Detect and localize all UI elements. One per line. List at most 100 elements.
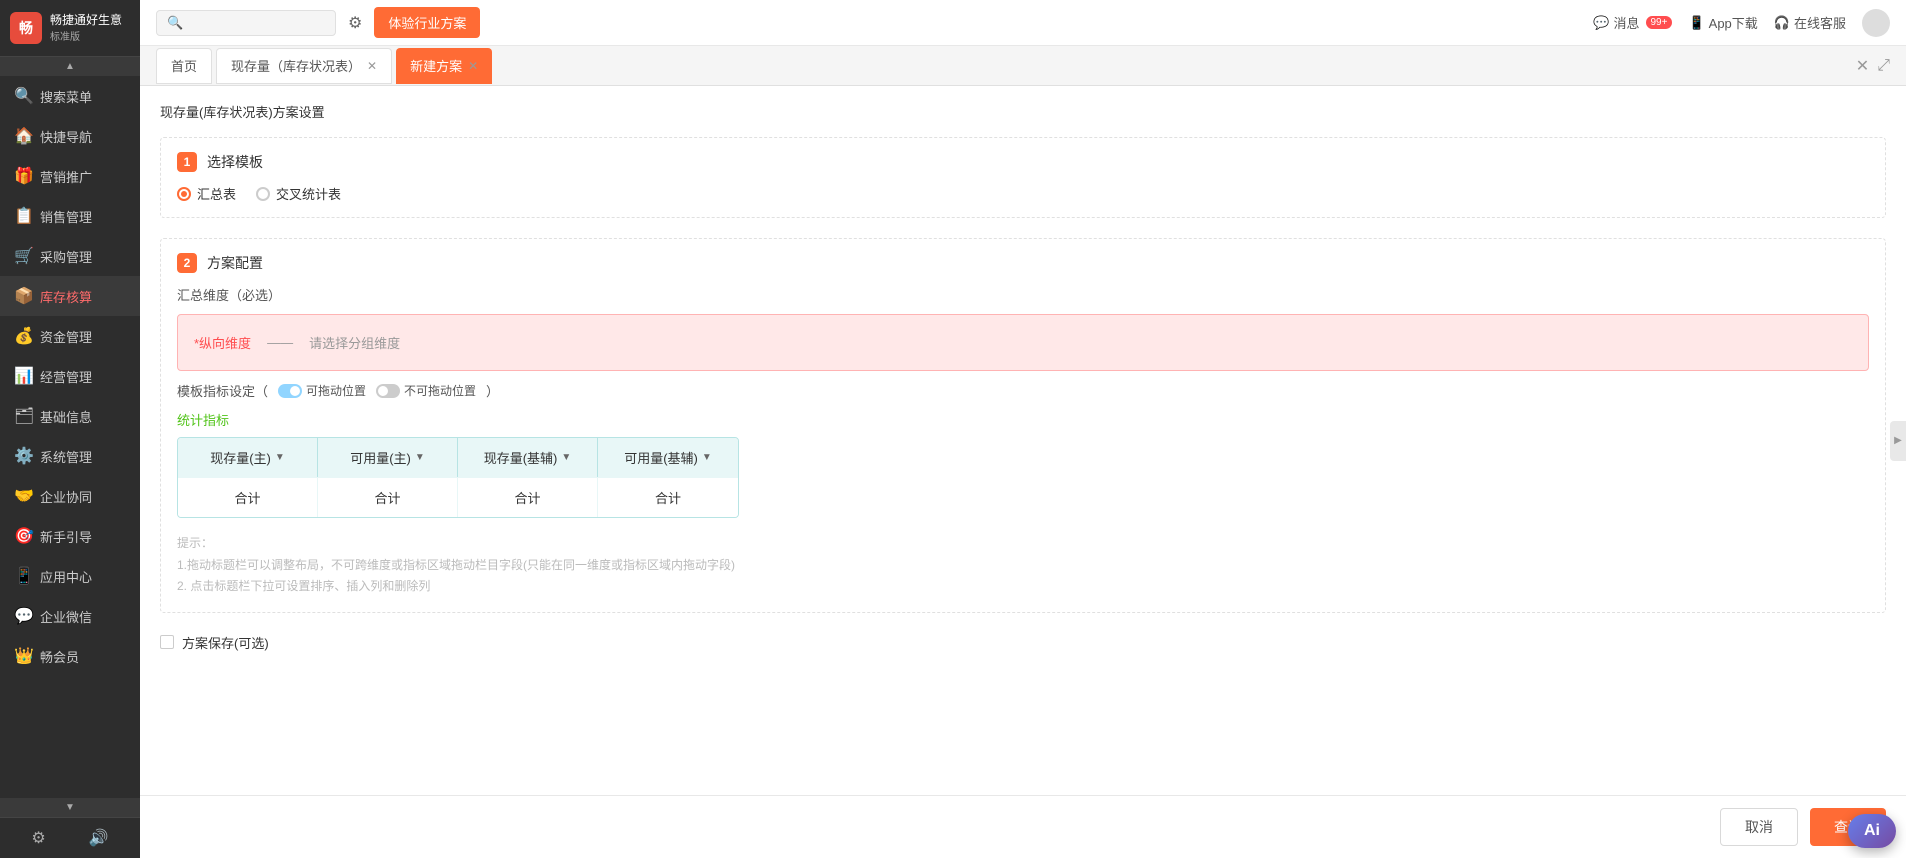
page-title: 现存量(库存状况表)方案设置 <box>160 102 1886 121</box>
sidebar-scroll-down[interactable]: ▼ <box>0 798 140 817</box>
gear-icon: ⚙️ <box>14 446 32 466</box>
tab-expand-icon[interactable]: ⤢ <box>1877 57 1890 75</box>
sidebar-item-purchase[interactable]: 🛒 采购管理 <box>0 236 140 276</box>
sidebar-item-marketing[interactable]: 🎁 营销推广 <box>0 156 140 196</box>
radio-cross-circle <box>256 187 270 201</box>
vertical-dim-box[interactable]: *纵向维度 —— 请选择分组维度 <box>177 314 1869 371</box>
sidebar-item-management[interactable]: 📊 经营管理 <box>0 356 140 396</box>
col-available-main[interactable]: 可用量(主) ▼ <box>318 438 458 477</box>
vertical-dim-required: *纵向维度 <box>194 333 251 352</box>
chevron-down-icon: ▼ <box>275 452 285 463</box>
online-service-label: 在线客服 <box>1794 13 1846 32</box>
indicator-label-close: ） <box>486 381 499 400</box>
tab-inventory[interactable]: 现存量（库存状况表） ✕ <box>216 48 392 84</box>
indicator-label-text: 模板指标设定（ <box>177 381 268 400</box>
ai-button[interactable]: Ai <box>1848 814 1896 848</box>
settings-gear-icon[interactable]: ⚙ <box>348 13 362 33</box>
sidebar-scroll-up[interactable]: ▲ <box>0 57 140 76</box>
radio-cross[interactable]: 交叉统计表 <box>256 184 341 203</box>
col-current-main[interactable]: 现存量(主) ▼ <box>178 438 318 477</box>
crown-icon: 👑 <box>14 646 32 666</box>
sidebar-item-guide[interactable]: 🎯 新手引导 <box>0 516 140 556</box>
message-badge: 99+ <box>1646 16 1673 29</box>
sidebar-item-inventory[interactable]: 📦 库存核算 <box>0 276 140 316</box>
section1-num: 1 <box>177 152 197 172</box>
app-download-item[interactable]: 📱 App下载 <box>1688 13 1757 32</box>
sidebar-item-enterprise[interactable]: 🤝 企业协同 <box>0 476 140 516</box>
section1-header: 1 选择模板 <box>177 152 1869 172</box>
save-option: 方案保存(可选) <box>160 633 1886 652</box>
search-icon: 🔍 <box>167 15 183 31</box>
tips: 提示： 1.拖动标题栏可以调整布局，不可跨维度或指标区域拖动栏目字段(只能在同一… <box>177 533 1869 598</box>
toggle-draggable: 可拖动位置 <box>278 382 366 399</box>
search-icon: 🔍 <box>14 86 32 106</box>
tab-new-close[interactable]: ✕ <box>468 59 478 73</box>
box-icon: 📦 <box>14 286 32 306</box>
sidebar-item-wechat[interactable]: 💬 企业微信 <box>0 596 140 636</box>
sidebar-item-basic[interactable]: 🗂 基础信息 <box>0 396 140 436</box>
tip-2: 2. 点击标题栏下拉可设置排序、插入列和删除列 <box>177 576 1869 598</box>
phone-icon: 📱 <box>1688 15 1704 31</box>
cancel-button[interactable]: 取消 <box>1720 808 1798 846</box>
basic-icon: 🗂 <box>14 406 32 426</box>
tab-home[interactable]: 首页 <box>156 48 212 84</box>
sidebar-item-apps[interactable]: 📱 应用中心 <box>0 556 140 596</box>
message-label: 消息 <box>1613 13 1639 32</box>
sidebar-item-search[interactable]: 🔍 搜索菜单 <box>0 76 140 116</box>
sidebar-item-member[interactable]: 👑 畅会员 <box>0 636 140 676</box>
home-icon: 🏠 <box>14 126 32 146</box>
dim-row: *纵向维度 —— 请选择分组维度 <box>194 333 1852 352</box>
indicator-table: 现存量(主) ▼ 可用量(主) ▼ 现存量(基辅) ▼ 可用量(基辅) ▼ <box>177 437 739 518</box>
cart-icon: 🛒 <box>14 246 32 266</box>
cell-available-main: 合计 <box>318 478 458 517</box>
radio-summary[interactable]: 汇总表 <box>177 184 236 203</box>
tab-new[interactable]: 新建方案 ✕ <box>396 48 492 84</box>
online-service-item[interactable]: 🎧 在线客服 <box>1774 13 1846 32</box>
template-options: 汇总表 交叉统计表 <box>177 184 1869 203</box>
app-edition: 标准版 <box>50 28 122 43</box>
topbar: 🔍 ⚙ 体验行业方案 💬 消息 99+ 📱 App下载 🎧 在线客服 <box>140 0 1906 46</box>
tab-inventory-close[interactable]: ✕ <box>367 59 377 73</box>
indicator-table-header: 现存量(主) ▼ 可用量(主) ▼ 现存量(基辅) ▼ 可用量(基辅) ▼ <box>178 438 738 477</box>
section1-title: 选择模板 <box>207 152 263 172</box>
trial-button[interactable]: 体验行业方案 <box>374 7 480 38</box>
app-download-label: App下载 <box>1709 13 1758 32</box>
settings-icon[interactable]: ⚙ <box>31 828 45 848</box>
topbar-right: 💬 消息 99+ 📱 App下载 🎧 在线客服 <box>1593 9 1890 37</box>
section-config: 2 方案配置 汇总维度（必选） *纵向维度 —— 请选择分组维度 模板指标设定（… <box>160 238 1886 613</box>
user-avatar[interactable] <box>1862 9 1890 37</box>
save-checkbox[interactable] <box>160 635 174 649</box>
sidebar-item-sales[interactable]: 📋 销售管理 <box>0 196 140 236</box>
stat-section-title: 统计指标 <box>177 410 1869 429</box>
topbar-search[interactable]: 🔍 <box>156 10 336 36</box>
chevron-down-icon: ▼ <box>415 452 425 463</box>
sidebar-item-system[interactable]: ⚙️ 系统管理 <box>0 436 140 476</box>
ai-button-label: Ai <box>1864 822 1880 840</box>
tab-close-icon[interactable]: ✕ <box>1856 56 1869 76</box>
sidebar-item-shortcut[interactable]: 🏠 快捷导航 <box>0 116 140 156</box>
search-input[interactable] <box>189 16 309 30</box>
sidebar-item-finance[interactable]: 💰 资金管理 <box>0 316 140 356</box>
money-icon: 💰 <box>14 326 32 346</box>
save-option-label: 方案保存(可选) <box>182 633 269 652</box>
col-current-base[interactable]: 现存量(基辅) ▼ <box>458 438 598 477</box>
message-icon: 💬 <box>1593 15 1609 31</box>
app-name: 畅捷通好生意 <box>50 13 122 29</box>
cell-available-base: 合计 <box>598 478 738 517</box>
message-item[interactable]: 💬 消息 99+ <box>1593 13 1672 32</box>
sidebar-footer: ⚙ 🔊 <box>0 817 140 858</box>
indicator-table-row: 合计 合计 合计 合计 <box>178 477 738 517</box>
col-available-base[interactable]: 可用量(基辅) ▼ <box>598 438 738 477</box>
volume-icon[interactable]: 🔊 <box>89 828 109 848</box>
side-expand-handle[interactable]: ▶ <box>1890 421 1906 461</box>
sidebar-logo: 畅 畅捷通好生意 标准版 <box>0 0 140 57</box>
main: 🔍 ⚙ 体验行业方案 💬 消息 99+ 📱 App下载 🎧 在线客服 <box>140 0 1906 858</box>
chart-icon: 📊 <box>14 366 32 386</box>
summary-dim-label: 汇总维度（必选） <box>177 285 1869 304</box>
toggle-draggable-label: 可拖动位置 <box>306 382 366 399</box>
toggle-non-draggable-label: 不可拖动位置 <box>404 382 476 399</box>
tab-inventory-label: 现存量（库存状况表） <box>231 56 361 75</box>
radio-summary-label: 汇总表 <box>197 184 236 203</box>
toggle-non-draggable-box[interactable] <box>376 384 400 398</box>
toggle-draggable-box[interactable] <box>278 384 302 398</box>
